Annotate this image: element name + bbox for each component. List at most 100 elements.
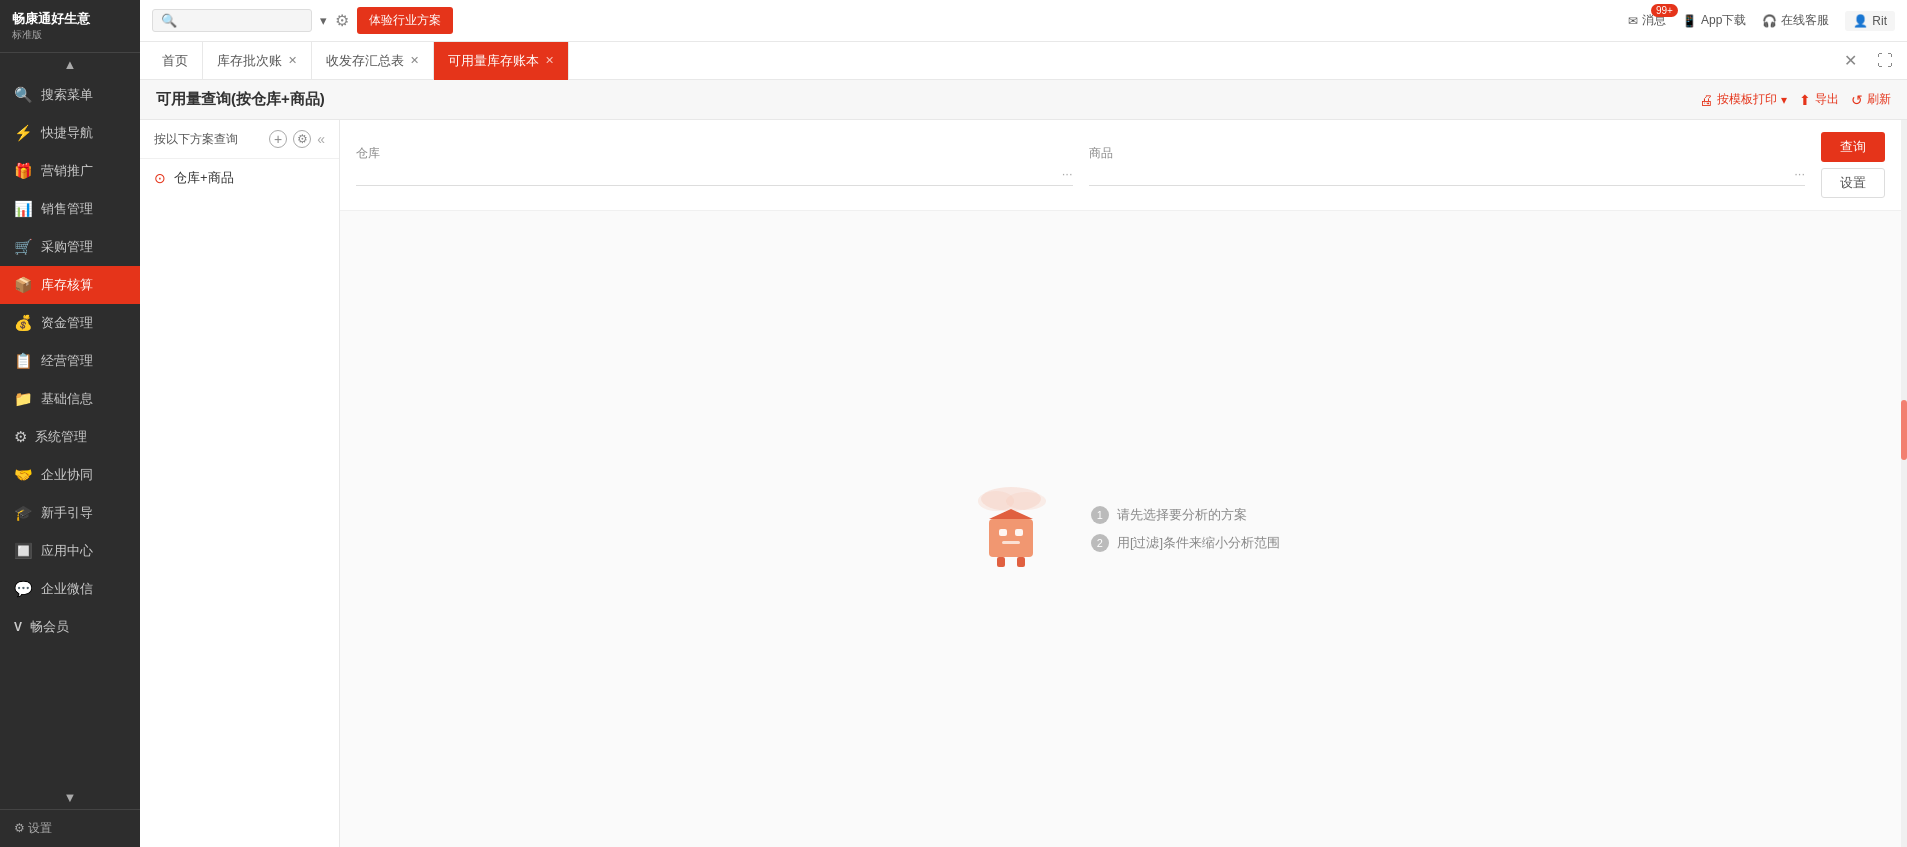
tab-summary-close[interactable]: ✕: [410, 54, 419, 67]
page-header: 可用量查询(按仓库+商品) 🖨 按模板打印 ▾ ⬆ 导出 ↺ 刷新: [140, 80, 1907, 120]
sidebar-item-label: 营销推广: [41, 162, 93, 180]
sidebar-item-collab[interactable]: 🤝 企业协同: [0, 456, 140, 494]
filter-panel: 按以下方案查询 + ⚙ « ⊙ 仓库+商品: [140, 120, 340, 847]
sidebar-item-label: 库存核算: [41, 276, 93, 294]
filter-item-warehouse-product[interactable]: ⊙ 仓库+商品: [140, 159, 339, 197]
settings-btn[interactable]: 设置: [1821, 168, 1885, 198]
sidebar-item-guide[interactable]: 🎓 新手引导: [0, 494, 140, 532]
export-btn[interactable]: ⬆ 导出: [1799, 91, 1839, 108]
topbar-search-box[interactable]: 🔍: [152, 9, 312, 32]
query-bar: 仓库 ··· 商品 ··· 查询 设置: [340, 120, 1901, 211]
tip-text-2: 用[过滤]条件来缩小分析范围: [1117, 534, 1280, 552]
tip-num-1: 1: [1091, 506, 1109, 524]
tab-batch-ledger-close[interactable]: ✕: [288, 54, 297, 67]
warehouse-input[interactable]: [356, 166, 1058, 181]
service-btn[interactable]: 🎧 在线客服: [1762, 12, 1829, 29]
user-menu[interactable]: 👤 Rit: [1845, 11, 1895, 31]
sidebar-item-inventory[interactable]: 📦 库存核算: [0, 266, 140, 304]
scroll-down-btn[interactable]: ▼: [0, 786, 140, 809]
sidebar-item-member[interactable]: V 畅会员: [0, 608, 140, 646]
operations-icon: 📋: [14, 352, 33, 370]
sidebar-item-label: 采购管理: [41, 238, 93, 256]
filter-add-btn[interactable]: +: [269, 130, 287, 148]
sidebar-item-search[interactable]: 🔍 搜索菜单: [0, 76, 140, 114]
app-download-btn[interactable]: 📱 App下载: [1682, 12, 1746, 29]
svg-rect-9: [1017, 557, 1025, 567]
headset-icon: 🎧: [1762, 14, 1777, 28]
export-icon: ⬆: [1799, 92, 1811, 108]
wechat-icon: 💬: [14, 580, 33, 598]
svg-rect-6: [1015, 529, 1023, 536]
tab-available-stock[interactable]: 可用量库存账本 ✕: [434, 42, 569, 80]
filter-collapse-btn[interactable]: «: [317, 131, 325, 147]
scroll-up-btn[interactable]: ▲: [0, 53, 140, 76]
tabs-actions: ✕ ⛶: [1838, 49, 1899, 72]
basic-icon: 📁: [14, 390, 33, 408]
app-label: App下载: [1701, 12, 1746, 29]
sidebar-item-label: 新手引导: [41, 504, 93, 522]
sidebar-item-label: 企业协同: [41, 466, 93, 484]
warehouse-more-btn[interactable]: ···: [1062, 166, 1073, 181]
finance-icon: 💰: [14, 314, 33, 332]
empty-tip-2: 2 用[过滤]条件来缩小分析范围: [1091, 534, 1280, 552]
sidebar-item-marketing[interactable]: 🎁 营销推广: [0, 152, 140, 190]
tab-batch-ledger-label: 库存批次账: [217, 52, 282, 70]
user-name: Rit: [1872, 14, 1887, 28]
msg-icon: ✉: [1628, 14, 1638, 28]
sidebar-item-finance[interactable]: 💰 资金管理: [0, 304, 140, 342]
collab-icon: 🤝: [14, 466, 33, 484]
tab-available-stock-label: 可用量库存账本: [448, 52, 539, 70]
query-btn[interactable]: 查询: [1821, 132, 1885, 162]
tab-expand-btn[interactable]: ⛶: [1871, 50, 1899, 72]
sidebar-item-label: 基础信息: [41, 390, 93, 408]
tip-text-1: 请先选择要分析的方案: [1117, 506, 1247, 524]
print-label: 按模板打印: [1717, 91, 1777, 108]
app-version: 标准版: [12, 28, 128, 42]
sidebar-item-wechat[interactable]: 💬 企业微信: [0, 570, 140, 608]
product-input-container: ···: [1089, 166, 1806, 186]
industry-btn[interactable]: 体验行业方案: [357, 7, 453, 34]
tab-available-stock-close[interactable]: ✕: [545, 54, 554, 67]
sidebar-item-label: 系统管理: [35, 428, 87, 446]
sidebar-item-purchase[interactable]: 🛒 采购管理: [0, 228, 140, 266]
quicknav-icon: ⚡: [14, 124, 33, 142]
inventory-icon: 📦: [14, 276, 33, 294]
refresh-icon: ↺: [1851, 92, 1863, 108]
msg-btn[interactable]: ✉ 消息 99+: [1628, 12, 1666, 29]
sidebar-item-appcenter[interactable]: 🔲 应用中心: [0, 532, 140, 570]
guide-icon: 🎓: [14, 504, 33, 522]
product-label: 商品: [1089, 145, 1806, 162]
sidebar-item-label: 搜索菜单: [41, 86, 93, 104]
tab-batch-ledger[interactable]: 库存批次账 ✕: [203, 42, 312, 80]
sidebar-item-label: 应用中心: [41, 542, 93, 560]
print-icon: 🖨: [1699, 92, 1713, 108]
sidebar-item-sales[interactable]: 📊 销售管理: [0, 190, 140, 228]
print-btn[interactable]: 🖨 按模板打印 ▾: [1699, 91, 1787, 108]
product-input[interactable]: [1089, 166, 1791, 181]
tab-summary[interactable]: 收发存汇总表 ✕: [312, 42, 434, 80]
marketing-icon: 🎁: [14, 162, 33, 180]
tab-home-label: 首页: [162, 52, 188, 70]
topbar-dropdown[interactable]: ▾: [320, 13, 327, 28]
sidebar-item-quicknav[interactable]: ⚡ 快捷导航: [0, 114, 140, 152]
sales-icon: 📊: [14, 200, 33, 218]
filter-settings-btn[interactable]: ⚙: [293, 130, 311, 148]
sidebar-item-system[interactable]: ⚙ 系统管理: [0, 418, 140, 456]
sidebar-item-basic[interactable]: 📁 基础信息: [0, 380, 140, 418]
tab-close-all-btn[interactable]: ✕: [1838, 49, 1863, 72]
product-more-btn[interactable]: ···: [1794, 166, 1805, 181]
sidebar-item-operations[interactable]: 📋 经营管理: [0, 342, 140, 380]
sidebar-item-label: 畅会员: [30, 618, 69, 636]
refresh-label: 刷新: [1867, 91, 1891, 108]
topbar-search-icon: 🔍: [161, 13, 177, 28]
member-icon: V: [14, 620, 22, 634]
refresh-btn[interactable]: ↺ 刷新: [1851, 91, 1891, 108]
topbar-gear-icon[interactable]: ⚙: [335, 11, 349, 30]
filter-item-label: 仓库+商品: [174, 169, 234, 187]
topbar-search-input[interactable]: [181, 14, 291, 28]
appcenter-icon: 🔲: [14, 542, 33, 560]
filter-header-title: 按以下方案查询: [154, 131, 238, 148]
sidebar-item-label: 资金管理: [41, 314, 93, 332]
tab-home[interactable]: 首页: [148, 42, 203, 80]
sidebar-bottom-settings[interactable]: ⚙ 设置: [0, 809, 140, 847]
